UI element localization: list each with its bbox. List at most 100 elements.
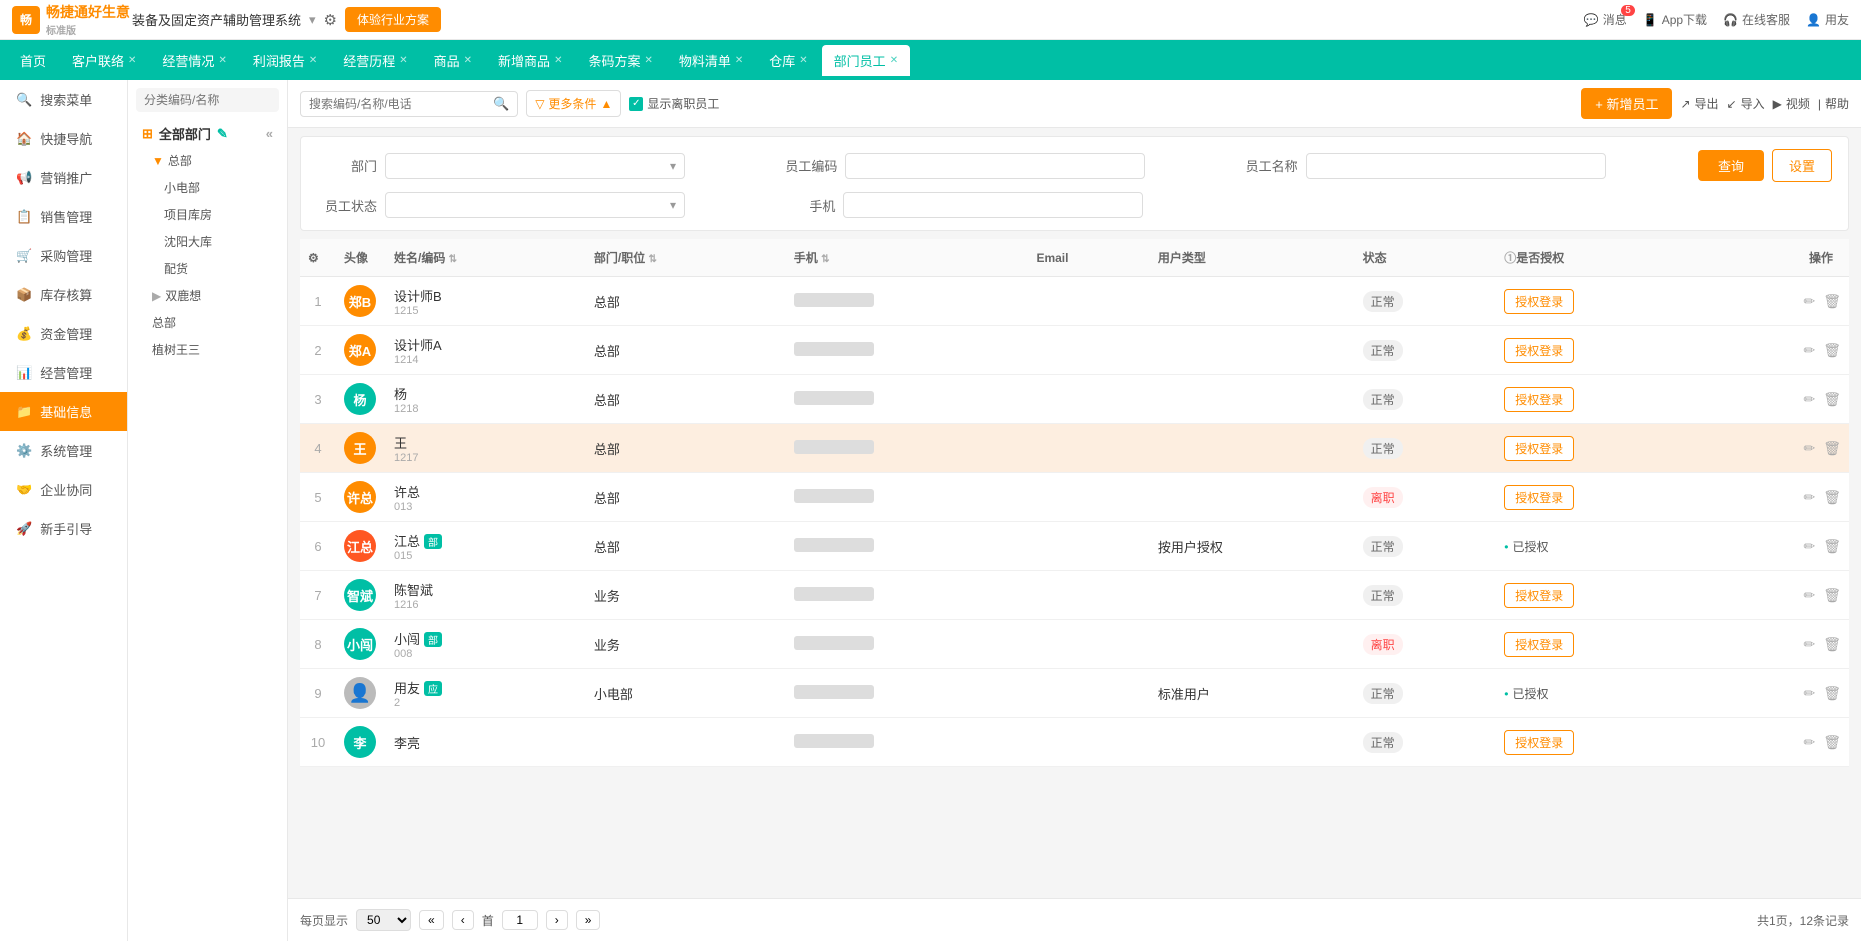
tab-customer-close[interactable]: ✕: [128, 55, 136, 66]
sidebar-item-marketing[interactable]: 📢 营销推广: [0, 158, 127, 197]
dept-item-distribution[interactable]: 配货: [148, 255, 279, 282]
tab-profit[interactable]: 利润报告 ✕: [241, 45, 329, 76]
tab-bom[interactable]: 物料清单 ✕: [667, 45, 755, 76]
sidebar-item-search[interactable]: 🔍 搜索菜单: [0, 80, 127, 119]
dept-search-input[interactable]: [144, 93, 288, 107]
auth-button[interactable]: 授权登录: [1504, 730, 1574, 755]
edit-icon[interactable]: ✏: [1803, 538, 1815, 555]
auth-button[interactable]: 授权登录: [1504, 338, 1574, 363]
page-size-select[interactable]: 50 20 100: [356, 909, 411, 931]
dept-item-project[interactable]: 项目库房: [148, 201, 279, 228]
video-button[interactable]: ▶ 视频: [1773, 95, 1810, 112]
trial-button[interactable]: 体验行业方案: [345, 7, 441, 32]
tab-history-close[interactable]: ✕: [399, 55, 407, 66]
dept-edit-icon[interactable]: ✎: [217, 126, 228, 142]
sidebar-item-sales[interactable]: 📋 销售管理: [0, 197, 127, 236]
app-download-button[interactable]: 📱 App下载: [1643, 11, 1707, 28]
sidebar-item-management[interactable]: 📊 经营管理: [0, 353, 127, 392]
tab-employee[interactable]: 部门员工 ✕: [822, 45, 910, 76]
dept-all-header[interactable]: ⊞ 全部部门 ✎ «: [136, 120, 279, 147]
filter-phone-input[interactable]: [843, 192, 1143, 218]
dept-search-box[interactable]: 🔍: [136, 88, 279, 112]
dept-collapse-icon[interactable]: «: [266, 126, 273, 141]
edit-icon[interactable]: ✏: [1803, 440, 1815, 457]
tab-warehouse[interactable]: 仓库 ✕: [757, 45, 819, 76]
edit-icon[interactable]: ✏: [1803, 685, 1815, 702]
delete-icon[interactable]: 🗑: [1823, 734, 1841, 751]
edit-icon[interactable]: ✏: [1803, 734, 1815, 751]
filter-name-input[interactable]: [1306, 153, 1606, 179]
last-page-button[interactable]: »: [576, 910, 601, 930]
delete-icon[interactable]: 🗑: [1823, 342, 1841, 359]
dept-item-shenyang[interactable]: 沈阳大库: [148, 228, 279, 255]
filter-dept-select[interactable]: ▾: [385, 153, 685, 179]
user-menu[interactable]: 👤 用友: [1806, 11, 1849, 28]
dept-item-small-elec[interactable]: 小电部: [148, 174, 279, 201]
emp-search-box[interactable]: 🔍: [300, 91, 518, 117]
dept-item-headquarter[interactable]: ▼ 总部: [136, 147, 279, 174]
sidebar-item-nav[interactable]: 🏠 快捷导航: [0, 119, 127, 158]
delete-icon[interactable]: 🗑: [1823, 685, 1841, 702]
auth-button[interactable]: 授权登录: [1504, 289, 1574, 314]
prev-page-button[interactable]: ‹: [452, 910, 474, 930]
dept-item-hq[interactable]: 总部: [136, 309, 279, 336]
tab-barcode-close[interactable]: ✕: [644, 55, 652, 66]
dept-item-shuanglu[interactable]: ▶ 双鹿想: [136, 282, 279, 309]
auth-button[interactable]: 授权登录: [1504, 436, 1574, 461]
tab-new-goods-close[interactable]: ✕: [554, 55, 562, 66]
delete-icon[interactable]: 🗑: [1823, 489, 1841, 506]
auth-button[interactable]: 授权登录: [1504, 632, 1574, 657]
sidebar-item-basic[interactable]: 📁 基础信息: [0, 392, 127, 431]
set-button[interactable]: 设置: [1772, 149, 1832, 182]
tab-home[interactable]: 首页: [8, 45, 58, 76]
import-button[interactable]: ↙ 导入: [1727, 95, 1765, 112]
delete-icon[interactable]: 🗑: [1823, 293, 1841, 310]
sidebar-item-inventory[interactable]: 📦 库存核算: [0, 275, 127, 314]
filter-status-select[interactable]: ▾: [385, 192, 685, 218]
delete-icon[interactable]: 🗑: [1823, 440, 1841, 457]
col-settings[interactable]: ⚙: [300, 239, 336, 277]
col-phone[interactable]: 手机 ⇅: [786, 239, 1029, 277]
auth-button[interactable]: 授权登录: [1504, 583, 1574, 608]
page-number-input[interactable]: [502, 910, 538, 930]
tab-history[interactable]: 经营历程 ✕: [331, 45, 419, 76]
delete-icon[interactable]: 🗑: [1823, 538, 1841, 555]
edit-icon[interactable]: ✏: [1803, 587, 1815, 604]
emp-search-input[interactable]: [309, 97, 489, 111]
tab-customer[interactable]: 客户联络 ✕: [60, 45, 148, 76]
tab-goods[interactable]: 商品 ✕: [422, 45, 484, 76]
help-button[interactable]: | 帮助: [1818, 95, 1849, 112]
edit-icon[interactable]: ✏: [1803, 489, 1815, 506]
sidebar-item-purchase[interactable]: 🛒 采购管理: [0, 236, 127, 275]
tab-business[interactable]: 经营情况 ✕: [150, 45, 238, 76]
delete-icon[interactable]: 🗑: [1823, 636, 1841, 653]
gear-icon[interactable]: ⚙: [324, 11, 337, 29]
more-filter-button[interactable]: ▽ 更多条件 ▲: [526, 90, 621, 117]
dept-item-tree-king[interactable]: 植树王三: [136, 336, 279, 363]
show-resigned-checkbox[interactable]: ✓ 显示离职员工: [629, 95, 719, 112]
tab-business-close[interactable]: ✕: [218, 55, 226, 66]
col-name[interactable]: 姓名/编码 ⇅: [386, 239, 586, 277]
auth-button[interactable]: 授权登录: [1504, 485, 1574, 510]
online-service-button[interactable]: 🎧 在线客服: [1723, 11, 1790, 28]
tab-employee-close[interactable]: ✕: [890, 55, 898, 66]
sidebar-item-guide[interactable]: 🚀 新手引导: [0, 509, 127, 548]
tab-barcode[interactable]: 条码方案 ✕: [576, 45, 664, 76]
filter-code-input[interactable]: [845, 153, 1145, 179]
message-button[interactable]: 💬 消息 5: [1584, 11, 1627, 28]
sidebar-item-finance[interactable]: 💰 资金管理: [0, 314, 127, 353]
edit-icon[interactable]: ✏: [1803, 636, 1815, 653]
add-employee-button[interactable]: + 新增员工: [1581, 88, 1672, 119]
auth-button[interactable]: 授权登录: [1504, 387, 1574, 412]
delete-icon[interactable]: 🗑: [1823, 587, 1841, 604]
export-button[interactable]: ↗ 导出: [1680, 95, 1718, 112]
tab-goods-close[interactable]: ✕: [464, 55, 472, 66]
tab-warehouse-close[interactable]: ✕: [799, 55, 807, 66]
next-page-button[interactable]: ›: [546, 910, 568, 930]
edit-icon[interactable]: ✏: [1803, 391, 1815, 408]
edit-icon[interactable]: ✏: [1803, 293, 1815, 310]
sidebar-item-collab[interactable]: 🤝 企业协同: [0, 470, 127, 509]
delete-icon[interactable]: 🗑: [1823, 391, 1841, 408]
tab-bom-close[interactable]: ✕: [735, 55, 743, 66]
query-button[interactable]: 查询: [1698, 150, 1764, 181]
